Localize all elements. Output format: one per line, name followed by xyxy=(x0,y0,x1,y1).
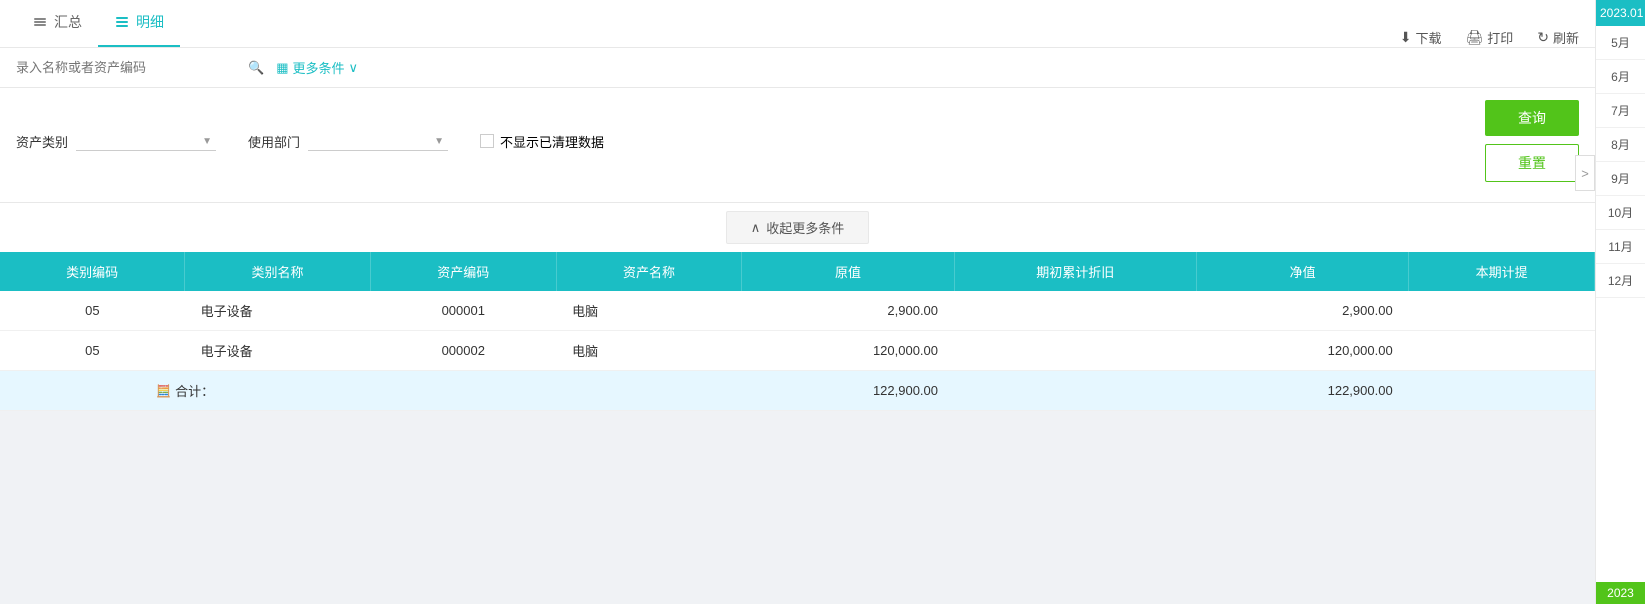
department-filter: 使用部门 ▼ xyxy=(248,131,448,151)
search-icon[interactable]: 🔍 xyxy=(248,60,264,76)
print-icon: 🖨 xyxy=(1465,29,1483,46)
month-item-12[interactable]: 12月 xyxy=(1596,264,1645,298)
data-table: 类别编码 类别名称 资产编码 资产名称 原值 期初累计折旧 净值 本期计提 05… xyxy=(0,252,1595,411)
cell-opening-depreciation xyxy=(954,291,1197,331)
tab-summary[interactable]: 汇总 xyxy=(16,0,98,47)
cell-asset-name: 电脑 xyxy=(556,291,742,331)
panel-arrow-toggle[interactable]: > xyxy=(1575,155,1595,191)
tab-detail-label: 明细 xyxy=(136,12,164,32)
year-bottom-label[interactable]: 2023 xyxy=(1596,582,1645,604)
main-content: 汇总 明细 ⬇ 下载 🖨 打印 ↻ 刷新 xyxy=(0,0,1595,604)
cell-original-value: 120,000.00 xyxy=(742,331,954,371)
total-original-value: 122,900.00 xyxy=(742,371,954,411)
download-label: 下载 xyxy=(1415,28,1441,47)
download-button[interactable]: ⬇ 下载 xyxy=(1400,28,1442,47)
filter-section: 资产类别 ▼ 使用部门 ▼ 不显示已清理数 xyxy=(0,88,1595,203)
year-top-label[interactable]: 2023.01 xyxy=(1596,0,1645,26)
more-filter-button[interactable]: ▦ 更多条件 ∨ xyxy=(276,58,358,77)
total-icon-area: 🧮 合计： xyxy=(156,381,214,400)
table-container: 类别编码 类别名称 资产编码 资产名称 原值 期初累计折旧 净值 本期计提 05… xyxy=(0,252,1595,411)
asset-category-label: 资产类别 xyxy=(16,132,68,151)
cell-original-value: 2,900.00 xyxy=(742,291,954,331)
total-opening-depreciation xyxy=(954,371,1197,411)
tab-summary-label: 汇总 xyxy=(54,12,82,32)
cell-net-value: 2,900.00 xyxy=(1197,291,1409,331)
filter-row: 资产类别 ▼ 使用部门 ▼ 不显示已清理数 xyxy=(16,100,1579,182)
cell-current-period xyxy=(1409,291,1595,331)
reset-button[interactable]: 重置 xyxy=(1485,144,1579,182)
cell-category-name: 电子设备 xyxy=(185,291,371,331)
col-asset-code: 资产编码 xyxy=(370,252,556,291)
total-asset-code xyxy=(370,371,556,411)
col-category-name: 类别名称 xyxy=(185,252,371,291)
asset-category-select[interactable] xyxy=(76,131,216,151)
month-item-6[interactable]: 6月 xyxy=(1596,60,1645,94)
search-input[interactable] xyxy=(16,60,236,75)
total-row: 🧮 合计： 122,900.00 122,900.00 xyxy=(0,371,1595,411)
calculator-icon: 🧮 xyxy=(156,384,171,398)
refresh-icon: ↻ xyxy=(1537,29,1549,46)
cell-category-code: 05 xyxy=(0,291,185,331)
table-header: 类别编码 类别名称 资产编码 资产名称 原值 期初累计折旧 净值 本期计提 xyxy=(0,252,1595,291)
department-select[interactable] xyxy=(308,131,448,151)
filter-icon: ▦ xyxy=(276,60,288,76)
month-list: 5月 6月 7月 8月 9月 10月 11月 12月 xyxy=(1596,26,1645,582)
cell-category-name: 电子设备 xyxy=(185,331,371,371)
total-current-period xyxy=(1409,371,1595,411)
col-asset-name: 资产名称 xyxy=(556,252,742,291)
total-label-cell: 🧮 合计： xyxy=(0,371,370,411)
more-filter-label: 更多条件 xyxy=(292,58,344,77)
month-item-10[interactable]: 10月 xyxy=(1596,196,1645,230)
month-item-7[interactable]: 7月 xyxy=(1596,94,1645,128)
total-asset-name xyxy=(556,371,742,411)
layers-icon xyxy=(32,14,48,30)
print-button[interactable]: 🖨 打印 xyxy=(1465,28,1513,47)
cell-opening-depreciation xyxy=(954,331,1197,371)
cell-net-value: 120,000.00 xyxy=(1197,331,1409,371)
cell-asset-code: 000002 xyxy=(370,331,556,371)
refresh-button[interactable]: ↻ 刷新 xyxy=(1537,28,1579,47)
col-original-value: 原值 xyxy=(742,252,954,291)
search-bar: 🔍 ▦ 更多条件 ∨ xyxy=(0,48,1595,88)
hide-cleared-checkbox[interactable] xyxy=(480,134,494,148)
filter-actions: 查询 重置 xyxy=(1485,100,1579,182)
collapse-label: 收起更多条件 xyxy=(766,218,844,237)
right-panel: 2023.01 5月 6月 7月 8月 9月 10月 11月 12月 2023 xyxy=(1595,0,1645,604)
table-row: 05 电子设备 000002 电脑 120,000.00 120,000.00 xyxy=(0,331,1595,371)
table-row: 05 电子设备 000001 电脑 2,900.00 2,900.00 xyxy=(0,291,1595,331)
download-icon: ⬇ xyxy=(1400,29,1412,46)
chevron-down-icon: ∨ xyxy=(349,60,359,76)
sub-tabs-bar: 汇总 明细 ⬇ 下载 🖨 打印 ↻ 刷新 xyxy=(0,0,1595,48)
refresh-label: 刷新 xyxy=(1553,28,1579,47)
total-label: 合计： xyxy=(175,381,214,400)
print-label: 打印 xyxy=(1487,28,1513,47)
hide-cleared-label: 不显示已清理数据 xyxy=(500,132,604,151)
collapse-row: ∧ 收起更多条件 xyxy=(0,203,1595,252)
total-net-value: 122,900.00 xyxy=(1197,371,1409,411)
month-item-8[interactable]: 8月 xyxy=(1596,128,1645,162)
collapse-icon: ∧ xyxy=(751,220,761,236)
toolbar-actions: ⬇ 下载 🖨 打印 ↻ 刷新 xyxy=(1400,28,1579,47)
collapse-button[interactable]: ∧ 收起更多条件 xyxy=(726,211,870,244)
col-opening-depreciation: 期初累计折旧 xyxy=(954,252,1197,291)
hide-cleared-filter: 不显示已清理数据 xyxy=(480,132,604,151)
cell-current-period xyxy=(1409,331,1595,371)
tab-detail[interactable]: 明细 xyxy=(98,0,180,47)
cell-asset-code: 000001 xyxy=(370,291,556,331)
col-current-period: 本期计提 xyxy=(1409,252,1595,291)
arrow-right-icon: > xyxy=(1581,166,1589,181)
department-label: 使用部门 xyxy=(248,132,300,151)
cell-asset-name: 电脑 xyxy=(556,331,742,371)
table-body: 05 电子设备 000001 电脑 2,900.00 2,900.00 05 电… xyxy=(0,291,1595,411)
month-item-11[interactable]: 11月 xyxy=(1596,230,1645,264)
cell-category-code: 05 xyxy=(0,331,185,371)
month-item-5[interactable]: 5月 xyxy=(1596,26,1645,60)
list-icon xyxy=(114,14,130,30)
col-net-value: 净值 xyxy=(1197,252,1409,291)
query-button[interactable]: 查询 xyxy=(1485,100,1579,136)
col-category-code: 类别编码 xyxy=(0,252,185,291)
month-item-9[interactable]: 9月 xyxy=(1596,162,1645,196)
asset-category-filter: 资产类别 ▼ xyxy=(16,131,216,151)
